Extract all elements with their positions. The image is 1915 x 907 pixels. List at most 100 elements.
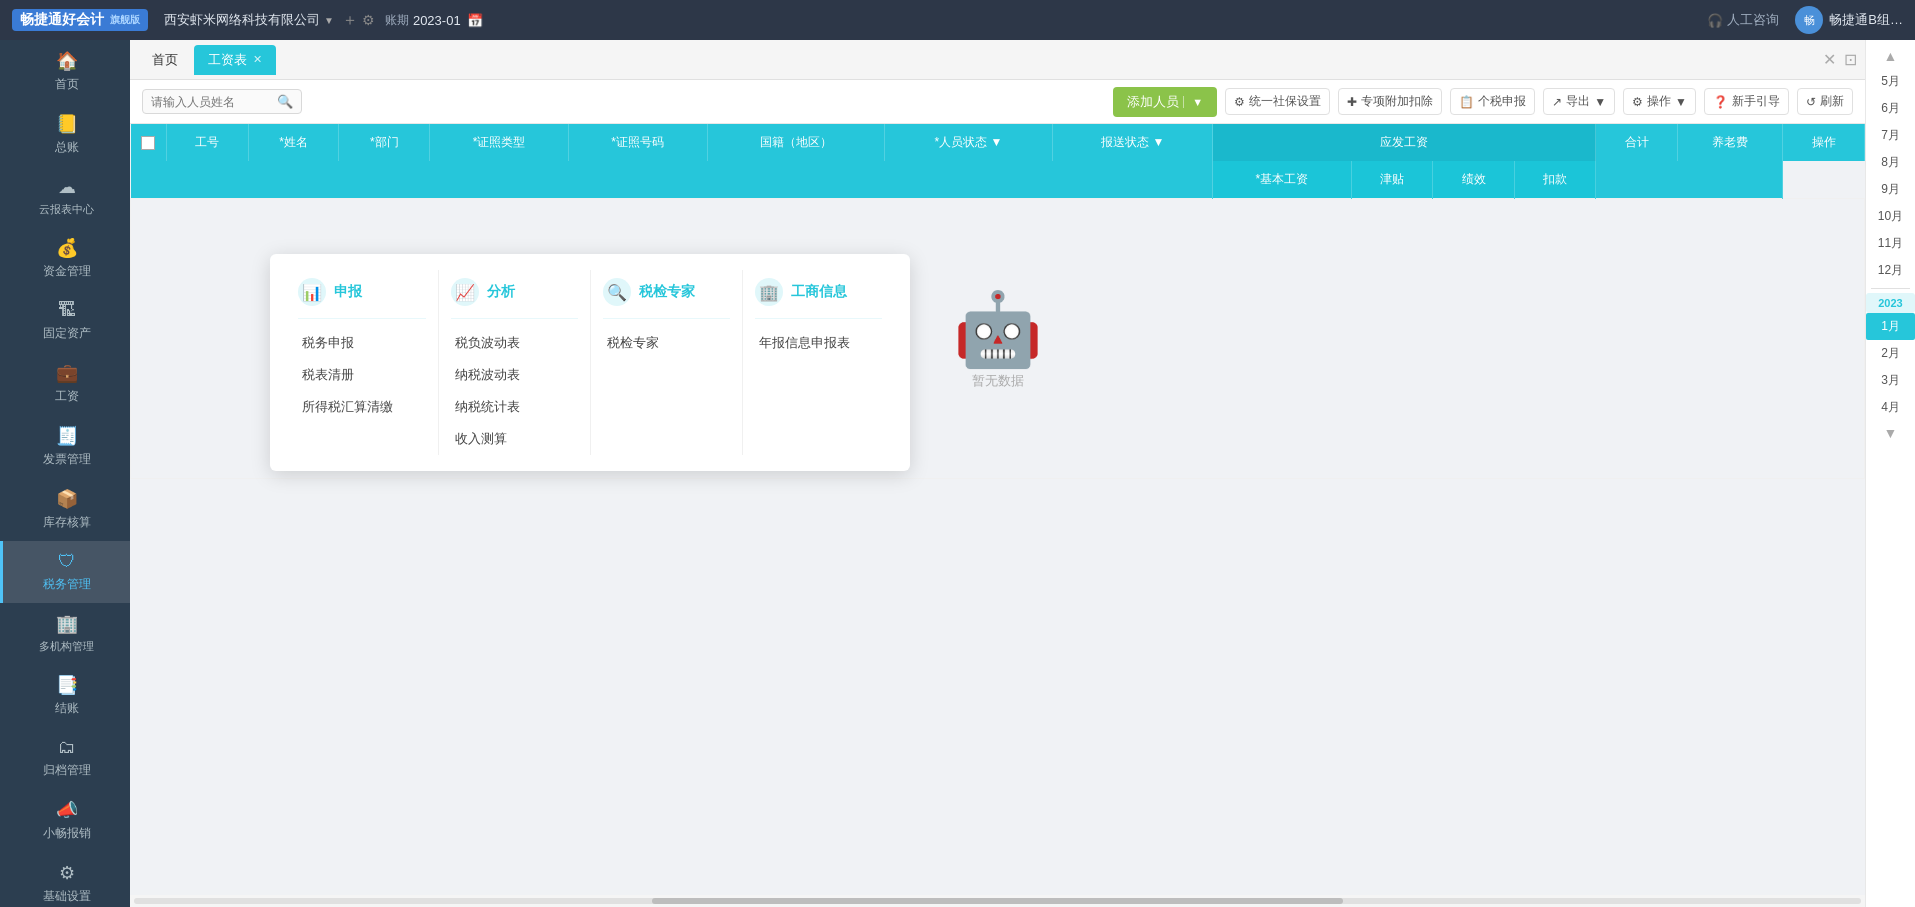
operation-icon: ⚙ [1632,95,1643,109]
dp-item-tax-stats[interactable]: 纳税统计表 [451,391,578,423]
dp-item-income-calc[interactable]: 收入测算 [451,423,578,455]
select-all-checkbox[interactable] [141,136,155,150]
user-avatar-button[interactable]: 畅 畅捷通B组… [1795,6,1903,34]
rp-month-12[interactable]: 12月 [1866,257,1915,284]
th-person-status: *人员状态 ▼ [884,124,1053,161]
sidebar-item-inventory[interactable]: 📦 库存核算 [0,478,130,541]
dp-header-biz-info: 🏢 工商信息 [755,270,882,319]
sidebar-item-cloud[interactable]: ☁ 云报表中心 [0,166,130,227]
rp-nav-down[interactable]: ▼ [1880,421,1902,445]
app-logo: 畅捷通好会计 旗舰版 [12,9,148,31]
payroll-icon: 💼 [56,362,78,384]
th-payroll-group: 应发工资 [1213,124,1596,161]
tab-close-icon[interactable]: ✕ [253,53,262,66]
search-input[interactable] [151,95,271,109]
rp-month-10[interactable]: 10月 [1866,203,1915,230]
rp-month-11[interactable]: 11月 [1866,230,1915,257]
special-deduction-icon: ✚ [1347,95,1357,109]
dp-item-tax-payment[interactable]: 纳税波动表 [451,359,578,391]
sidebar-item-ledger[interactable]: 📒 总账 [0,103,130,166]
th-total: 合计 [1596,124,1678,161]
th-id-number: *证照号码 [568,124,707,161]
rp-month-6[interactable]: 6月 [1866,95,1915,122]
table-scroll[interactable]: 工号 *姓名 *部门 *证照类型 *证照号码 国籍（地区） *人员状态 ▼ 报送… [130,124,1865,895]
refresh-button[interactable]: ↺ 刷新 [1797,88,1853,115]
tab-home[interactable]: 首页 [138,45,192,75]
th-allowance: 津贴 [1351,161,1433,199]
dp-item-annual-report[interactable]: 年报信息申报表 [755,327,882,359]
scrollbar-thumb[interactable] [652,898,1343,904]
company-dropdown-arrow: ▼ [324,15,334,26]
tax-icon: 🛡 [58,551,76,572]
sidebar-item-multi-org[interactable]: 🏢 多机构管理 [0,603,130,664]
sidebar-label-multi-org: 多机构管理 [39,639,94,654]
human-service-label: 人工咨询 [1727,11,1779,29]
right-panel: ▲ 5月 6月 7月 8月 9月 10月 11月 12月 2023 1月 2月 … [1865,40,1915,907]
sidebar-item-tax[interactable]: 🛡 税务管理 [0,541,130,603]
rp-month-9[interactable]: 9月 [1866,176,1915,203]
rp-month-1[interactable]: 1月 [1866,313,1915,340]
sidebar-item-settings[interactable]: ⚙ 基础设置 [0,852,130,907]
add-person-button[interactable]: 添加人员 ▼ [1113,87,1217,117]
window-maximize-icon[interactable]: ⊡ [1844,50,1857,69]
tab-payroll[interactable]: 工资表 ✕ [194,45,276,75]
rp-month-8[interactable]: 8月 [1866,149,1915,176]
th-spacer [131,161,1213,199]
sidebar-label-tax: 税务管理 [43,576,91,593]
invoice-icon: 🧾 [56,425,78,447]
dp-col-analysis: 📈 分析 税负波动表 纳税波动表 纳税统计表 收入测算 [438,270,590,455]
sidebar-label-fixed-assets: 固定资产 [43,325,91,342]
guide-toolbar-icon: ❓ [1713,95,1728,109]
dp-analysis-title: 分析 [487,283,515,301]
operation-label: 操作 [1647,93,1671,110]
dp-item-tax-expert[interactable]: 税检专家 [603,327,730,359]
rp-month-4[interactable]: 4月 [1866,394,1915,421]
special-deduction-button[interactable]: ✚ 专项附加扣除 [1338,88,1442,115]
company-selector[interactable]: 西安虾米网络科技有限公司 ▼ [164,11,334,29]
dp-declaration-title: 申报 [334,283,362,301]
th-checkbox [131,124,167,161]
main-layout: 🏠 首页 📒 总账 ☁ 云报表中心 💰 资金管理 🏗 固定资产 💼 工资 🧾 发… [0,40,1915,907]
social-insurance-button[interactable]: ⚙ 统一社保设置 [1225,88,1330,115]
tax-declaration-button[interactable]: 📋 个税申报 [1450,88,1535,115]
dp-item-income-tax-clearance[interactable]: 所得税汇算清缴 [298,391,426,423]
rp-month-3[interactable]: 3月 [1866,367,1915,394]
operation-button[interactable]: ⚙ 操作 ▼ [1623,88,1696,115]
period-edit-icon[interactable]: 📅 [467,13,483,28]
settings-icon[interactable]: ⚙ [362,12,375,28]
rp-month-2[interactable]: 2月 [1866,340,1915,367]
sidebar-label-archive: 归档管理 [43,762,91,779]
dp-item-tax-table[interactable]: 税表清册 [298,359,426,391]
sidebar-item-payroll[interactable]: 💼 工资 [0,352,130,415]
human-service-button[interactable]: 🎧 人工咨询 [1707,11,1779,29]
sidebar-item-home[interactable]: 🏠 首页 [0,40,130,103]
rp-month-7[interactable]: 7月 [1866,122,1915,149]
dp-item-tax-burden[interactable]: 税负波动表 [451,327,578,359]
window-close-icon[interactable]: ✕ [1823,50,1836,69]
cloud-icon: ☁ [58,176,76,198]
expense-icon: 📣 [56,799,78,821]
horizontal-scrollbar[interactable] [130,895,1865,907]
sidebar-label-payroll: 工资 [55,388,79,405]
dp-biz-info-title: 工商信息 [791,283,847,301]
sidebar-item-expense[interactable]: 📣 小畅报销 [0,789,130,852]
add-company-button[interactable]: ＋ [342,10,358,31]
user-name: 畅捷通B组… [1829,11,1903,29]
guide-button[interactable]: ❓ 新手引导 [1704,88,1789,115]
sidebar-label-invoice: 发票管理 [43,451,91,468]
export-button[interactable]: ↗ 导出 ▼ [1543,88,1615,115]
archive-icon: 🗂 [58,737,76,758]
sidebar-item-fixed-assets[interactable]: 🏗 固定资产 [0,290,130,352]
rp-separator [1871,288,1910,289]
sidebar-item-archive[interactable]: 🗂 归档管理 [0,727,130,789]
empty-text: 暂无数据 [972,372,1024,390]
dp-item-tax-declaration[interactable]: 税务申报 [298,327,426,359]
sidebar-item-close-period[interactable]: 📑 结账 [0,664,130,727]
rp-month-5[interactable]: 5月 [1866,68,1915,95]
export-icon: ↗ [1552,95,1562,109]
sidebar-item-invoice[interactable]: 🧾 发票管理 [0,415,130,478]
search-icon: 🔍 [277,94,293,109]
th-deduction: 扣款 [1514,161,1596,199]
rp-nav-up[interactable]: ▲ [1880,44,1902,68]
sidebar-item-funds[interactable]: 💰 资金管理 [0,227,130,290]
